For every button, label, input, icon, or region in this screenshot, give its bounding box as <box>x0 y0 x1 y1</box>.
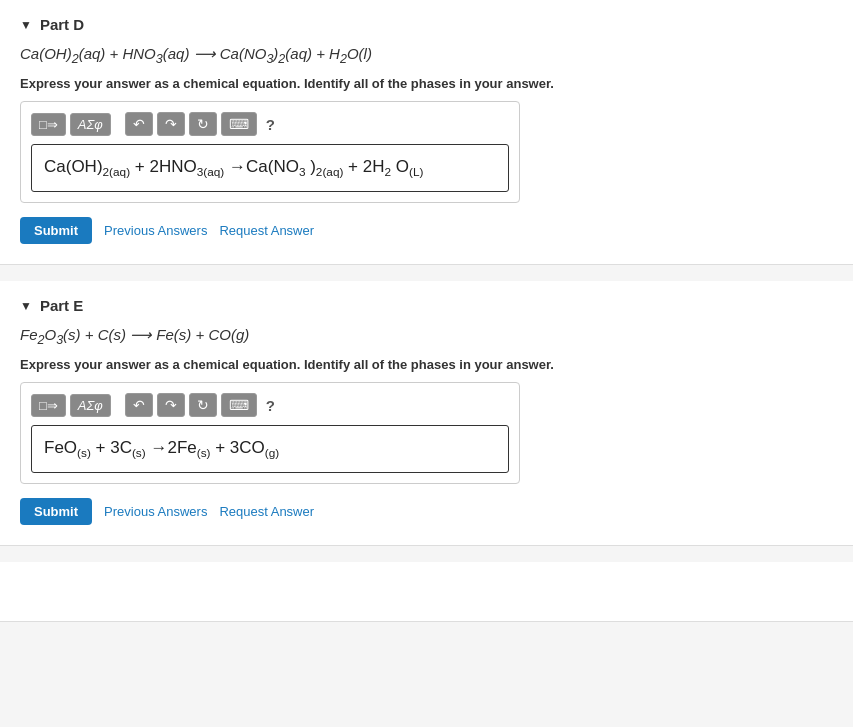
part-e-answer-text: FeO(s) + 3C(s) →2Fe(s) + 3CO(g) <box>44 438 279 460</box>
part-e-symbol-btn[interactable]: ΑΣφ <box>70 394 111 417</box>
part-e-undo-btn[interactable]: ↶ <box>125 393 153 417</box>
part-d-keyboard-btn[interactable]: ⌨ <box>221 112 257 136</box>
part-e-editor: □⇒ ΑΣφ ↶ ↷ ↻ ⌨ ? FeO(s) + 3C(s) →2Fe(s) … <box>20 382 520 484</box>
part-e-refresh-btn[interactable]: ↻ <box>189 393 217 417</box>
part-e-help-btn[interactable]: ? <box>261 395 280 416</box>
part-d-section: ▼ Part D Ca(OH)2(aq) + HNO3(aq) ⟶ Ca(NO3… <box>0 0 853 265</box>
part-e-previous-answers-link[interactable]: Previous Answers <box>104 504 207 519</box>
part-d-actions: Submit Previous Answers Request Answer <box>20 217 833 244</box>
part-d-header: ▼ Part D <box>20 16 833 33</box>
part-e-toolbar: □⇒ ΑΣφ ↶ ↷ ↻ ⌨ ? <box>31 393 509 417</box>
part-d-previous-answers-link[interactable]: Previous Answers <box>104 223 207 238</box>
part-e-submit-button[interactable]: Submit <box>20 498 92 525</box>
layout-icon-e: □⇒ <box>39 398 58 413</box>
part-d-label: Part D <box>40 16 84 33</box>
part-d-editor: □⇒ ΑΣφ ↶ ↷ ↻ ⌨ ? Ca(OH)2(aq) + 2HNO3(aq)… <box>20 101 520 203</box>
chevron-down-icon-e[interactable]: ▼ <box>20 299 32 313</box>
part-e-answer-area[interactable]: FeO(s) + 3C(s) →2Fe(s) + 3CO(g) <box>31 425 509 473</box>
part-d-layout-btn[interactable]: □⇒ <box>31 113 66 136</box>
part-d-toolbar: □⇒ ΑΣφ ↶ ↷ ↻ ⌨ ? <box>31 112 509 136</box>
part-e-actions: Submit Previous Answers Request Answer <box>20 498 833 525</box>
part-e-keyboard-btn[interactable]: ⌨ <box>221 393 257 417</box>
part-d-submit-button[interactable]: Submit <box>20 217 92 244</box>
part-e-section: ▼ Part E Fe2O3(s) + C(s) ⟶ Fe(s) + CO(g)… <box>0 281 853 546</box>
part-d-answer-area[interactable]: Ca(OH)2(aq) + 2HNO3(aq) →Ca(NO3 )2(aq) +… <box>31 144 509 192</box>
chevron-down-icon[interactable]: ▼ <box>20 18 32 32</box>
part-d-refresh-btn[interactable]: ↻ <box>189 112 217 136</box>
part-d-symbol-btn[interactable]: ΑΣφ <box>70 113 111 136</box>
part-e-request-answer-link[interactable]: Request Answer <box>219 504 314 519</box>
part-f-section <box>0 562 853 622</box>
part-e-label: Part E <box>40 297 83 314</box>
part-e-equation: Fe2O3(s) + C(s) ⟶ Fe(s) + CO(g) <box>20 326 833 347</box>
part-d-request-answer-link[interactable]: Request Answer <box>219 223 314 238</box>
part-e-header: ▼ Part E <box>20 297 833 314</box>
part-d-help-btn[interactable]: ? <box>261 114 280 135</box>
part-e-instruction: Express your answer as a chemical equati… <box>20 357 833 372</box>
part-d-answer-text: Ca(OH)2(aq) + 2HNO3(aq) →Ca(NO3 )2(aq) +… <box>44 157 423 179</box>
part-d-equation: Ca(OH)2(aq) + HNO3(aq) ⟶ Ca(NO3)2(aq) + … <box>20 45 833 66</box>
part-e-redo-btn[interactable]: ↷ <box>157 393 185 417</box>
part-d-instruction: Express your answer as a chemical equati… <box>20 76 833 91</box>
part-d-undo-btn[interactable]: ↶ <box>125 112 153 136</box>
part-e-layout-btn[interactable]: □⇒ <box>31 394 66 417</box>
part-d-redo-btn[interactable]: ↷ <box>157 112 185 136</box>
layout-icon: □⇒ <box>39 117 58 132</box>
